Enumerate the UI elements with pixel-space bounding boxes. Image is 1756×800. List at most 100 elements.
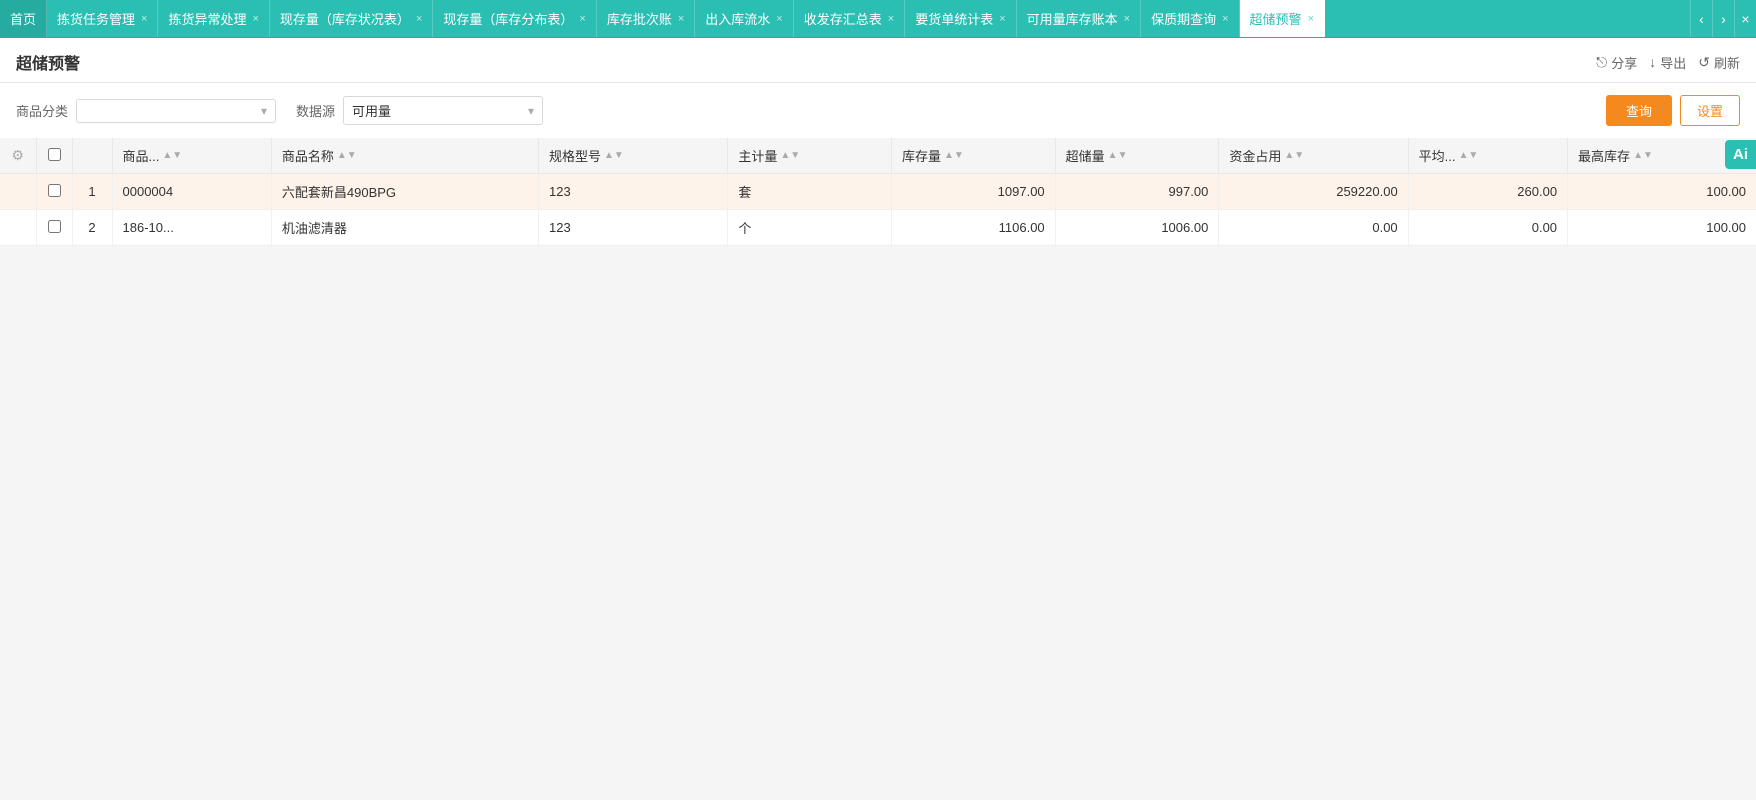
nav-item-5[interactable]: 库存批次账 ×	[597, 0, 695, 37]
td-check-0	[36, 174, 72, 210]
nav-close-9[interactable]: ×	[1124, 13, 1130, 25]
nav-label-8: 要货单统计表	[915, 9, 993, 28]
nav-label-7: 收发存汇总表	[804, 9, 882, 28]
settings-button[interactable]: 设置	[1680, 95, 1740, 126]
td-spec-0: 123	[538, 174, 727, 210]
nav-home-label: 首页	[10, 9, 36, 28]
datasource-select-value: 可用量	[352, 101, 391, 120]
td-unit-0: 套	[728, 174, 892, 210]
nav-item-9[interactable]: 可用量库存账本 ×	[1017, 0, 1141, 37]
nav-close-1[interactable]: ×	[141, 13, 147, 25]
nav-next-button[interactable]: ›	[1712, 0, 1734, 38]
datasource-label: 数据源	[296, 101, 335, 120]
export-icon: ↓	[1649, 54, 1656, 70]
nav-item-8[interactable]: 要货单统计表 ×	[905, 0, 1016, 37]
datasource-dropdown-icon: ▾	[528, 104, 534, 118]
td-spec-1: 123	[538, 210, 727, 246]
th-over-label: 超储量	[1066, 146, 1105, 165]
datasource-select[interactable]: 可用量 ▾	[343, 96, 543, 125]
row-checkbox-1[interactable]	[48, 220, 61, 233]
th-capital-label: 资金占用	[1229, 146, 1281, 165]
nav-prev-button[interactable]: ‹	[1690, 0, 1712, 38]
category-select[interactable]: ▾	[76, 99, 276, 123]
td-stock-1: 1106.00	[892, 210, 1056, 246]
nav-item-7[interactable]: 收发存汇总表 ×	[794, 0, 905, 37]
nav-home[interactable]: 首页	[0, 0, 47, 37]
query-button[interactable]: 查询	[1606, 95, 1672, 126]
nav-close-4[interactable]: ×	[579, 13, 585, 25]
nav-close-7[interactable]: ×	[888, 13, 894, 25]
share-button[interactable]: ⎋ 分享	[1596, 53, 1637, 72]
th-spec[interactable]: 规格型号 ▲▼	[538, 138, 727, 174]
nav-item-3[interactable]: 现存量（库存状况表） ×	[270, 0, 433, 37]
th-name[interactable]: 商品名称 ▲▼	[271, 138, 538, 174]
filter-actions: 查询 设置	[1606, 95, 1740, 126]
th-gear: ⚙	[0, 138, 36, 174]
th-avg[interactable]: 平均... ▲▼	[1408, 138, 1567, 174]
page-container: 超储预警 ⎋ 分享 ↓ 导出 ↺ 刷新 商品分类 ▾ 数据源	[0, 38, 1756, 246]
datasource-filter: 数据源 可用量 ▾	[296, 96, 543, 125]
share-label: 分享	[1611, 53, 1637, 72]
page-title: 超储预警	[16, 50, 80, 74]
sort-icon-stock: ▲▼	[944, 151, 964, 161]
nav-label-2: 拣货异常处理	[168, 9, 246, 28]
nav-close-2[interactable]: ×	[252, 13, 258, 25]
row-checkbox-0[interactable]	[48, 184, 61, 197]
th-unit-label: 主计量	[738, 146, 777, 165]
export-button[interactable]: ↓ 导出	[1649, 53, 1686, 72]
nav-item-1[interactable]: 拣货任务管理 ×	[47, 0, 158, 37]
nav-close-8[interactable]: ×	[999, 13, 1005, 25]
nav-label-9: 可用量库存账本	[1027, 9, 1118, 28]
nav-item-2[interactable]: 拣货异常处理 ×	[158, 0, 269, 37]
page-header: 超储预警 ⎋ 分享 ↓ 导出 ↺ 刷新	[0, 38, 1756, 83]
sort-icon-unit: ▲▼	[780, 151, 800, 161]
refresh-button[interactable]: ↺ 刷新	[1698, 53, 1740, 72]
nav-item-6[interactable]: 出入库流水 ×	[695, 0, 793, 37]
td-check-1	[36, 210, 72, 246]
select-all-checkbox[interactable]	[48, 148, 61, 161]
td-name-1: 机油滤清器	[271, 210, 538, 246]
table-container: ⚙ 商品... ▲▼ 商品名称	[0, 138, 1756, 246]
nav-close-3[interactable]: ×	[416, 13, 422, 25]
td-over-0: 997.00	[1055, 174, 1219, 210]
nav-item-10[interactable]: 保质期查询 ×	[1141, 0, 1239, 37]
nav-close-11[interactable]: ×	[1308, 13, 1314, 25]
td-code-0: 0000004	[112, 174, 271, 210]
td-maxstock-1: 100.00	[1568, 210, 1756, 246]
nav-close-6[interactable]: ×	[776, 13, 782, 25]
nav-close-10[interactable]: ×	[1222, 13, 1228, 25]
td-avg-1: 0.00	[1408, 210, 1567, 246]
td-name-0: 六配套新昌490BPG	[271, 174, 538, 210]
sort-icon-name: ▲▼	[337, 151, 357, 161]
nav-item-11[interactable]: 超储预警 ×	[1240, 0, 1325, 37]
td-stock-0: 1097.00	[892, 174, 1056, 210]
td-capital-1: 0.00	[1219, 210, 1408, 246]
th-unit[interactable]: 主计量 ▲▼	[728, 138, 892, 174]
nav-close-all-button[interactable]: ×	[1734, 0, 1756, 38]
th-code[interactable]: 商品... ▲▼	[112, 138, 271, 174]
td-unit-1: 个	[728, 210, 892, 246]
th-spec-label: 规格型号	[549, 146, 601, 165]
table-row: 1 0000004 六配套新昌490BPG 123 套 1097.00 997.…	[0, 174, 1756, 210]
sort-icon-avg: ▲▼	[1459, 151, 1479, 161]
td-gear-0	[0, 174, 36, 210]
th-capital[interactable]: 资金占用 ▲▼	[1219, 138, 1408, 174]
td-over-1: 1006.00	[1055, 210, 1219, 246]
filter-bar: 商品分类 ▾ 数据源 可用量 ▾ 查询 设置	[0, 83, 1756, 138]
top-nav: 首页 拣货任务管理 × 拣货异常处理 × 现存量（库存状况表） × 现存量（库存…	[0, 0, 1756, 38]
category-label: 商品分类	[16, 101, 68, 120]
sort-icon-spec: ▲▼	[604, 151, 624, 161]
header-actions: ⎋ 分享 ↓ 导出 ↺ 刷新	[1596, 53, 1740, 72]
nav-item-4[interactable]: 现存量（库存分布表） ×	[433, 0, 596, 37]
category-filter: 商品分类 ▾	[16, 99, 276, 123]
th-maxstock-label: 最高库存	[1578, 146, 1630, 165]
data-table: ⚙ 商品... ▲▼ 商品名称	[0, 138, 1756, 246]
th-stock[interactable]: 库存量 ▲▼	[892, 138, 1056, 174]
nav-close-5[interactable]: ×	[678, 13, 684, 25]
gear-icon[interactable]: ⚙	[11, 147, 24, 163]
td-gear-1	[0, 210, 36, 246]
th-over[interactable]: 超储量 ▲▼	[1055, 138, 1219, 174]
refresh-label: 刷新	[1714, 53, 1740, 72]
nav-label-10: 保质期查询	[1151, 9, 1216, 28]
ai-badge[interactable]: Ai	[1725, 140, 1756, 169]
